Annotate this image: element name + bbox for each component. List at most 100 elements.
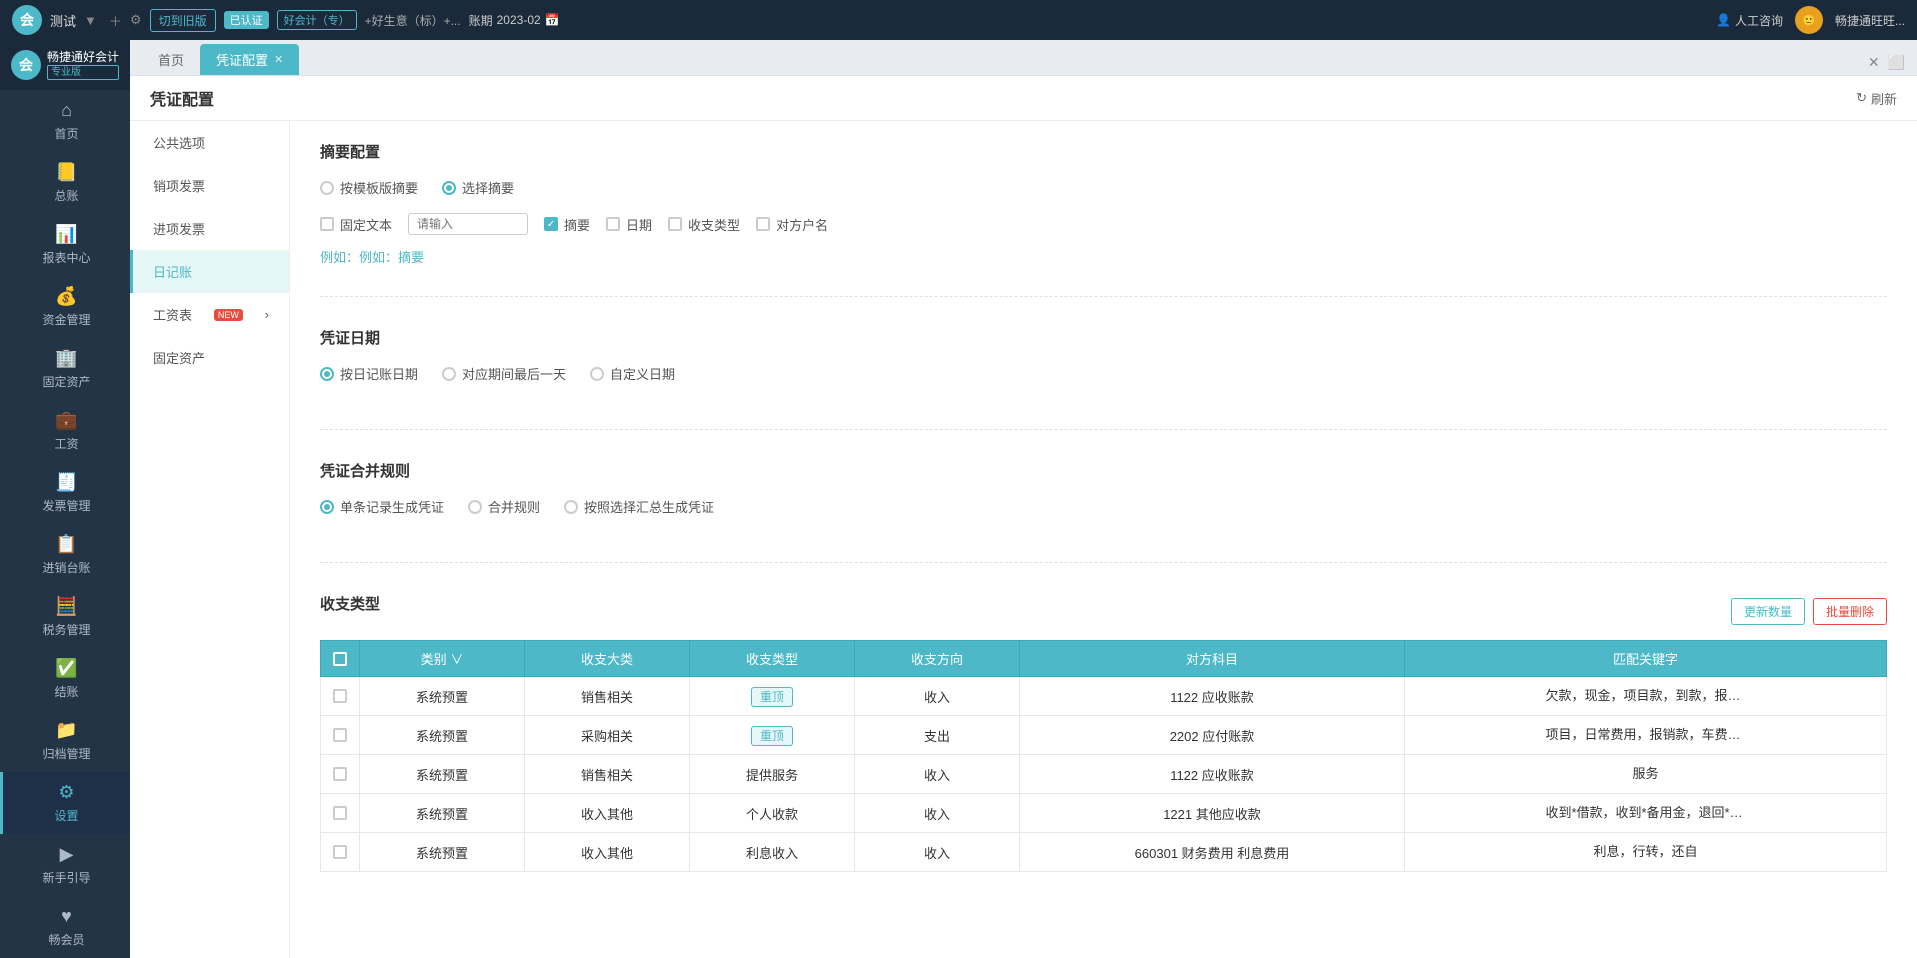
single-circle xyxy=(320,500,334,514)
left-nav-payroll[interactable]: 工资表 NEW › xyxy=(130,293,289,336)
period-label: 账期 xyxy=(469,12,493,29)
tax-icon: 🧮 xyxy=(55,596,77,617)
radio-period-last[interactable]: 对应期间最后一天 xyxy=(442,364,566,383)
radio-single[interactable]: 单条记录生成凭证 xyxy=(320,497,444,516)
sidebar-item-member[interactable]: ♥ 畅会员 xyxy=(0,896,130,958)
row-check-2[interactable] xyxy=(333,767,347,781)
row-checkbox-2[interactable] xyxy=(321,755,360,794)
fixed-text-input[interactable] xyxy=(408,213,528,235)
user-avatar[interactable]: 🙂 xyxy=(1795,6,1823,34)
row-check-0[interactable] xyxy=(333,689,347,703)
sidebar-item-home[interactable]: ⌂ 首页 xyxy=(0,90,130,152)
company-name: 测试 xyxy=(50,11,76,30)
row-category-0: 系统预置 xyxy=(360,677,525,716)
checkbox-fixed-text[interactable]: 固定文本 xyxy=(320,215,392,234)
fixed-text-checkbox xyxy=(320,217,334,231)
radio-custom-date[interactable]: 自定义日期 xyxy=(590,364,675,383)
refresh-button[interactable]: ↻ 刷新 xyxy=(1856,89,1897,108)
radio-template-summary[interactable]: 按模板版摘要 xyxy=(320,178,418,197)
reports-icon: 📊 xyxy=(55,224,77,245)
checkbox-summary[interactable]: ✓ 摘要 xyxy=(544,215,590,234)
sidebar-item-purchase-sales[interactable]: 📋 进销台账 xyxy=(0,524,130,586)
tab-home[interactable]: 首页 xyxy=(142,44,200,75)
sidebar-item-settings[interactable]: ⚙ 设置 xyxy=(0,772,130,834)
checkbox-type[interactable]: 收支类型 xyxy=(668,215,740,234)
left-nav-public[interactable]: 公共选项 xyxy=(130,121,289,164)
summary-checkbox-row: 固定文本 ✓ 摘要 日期 xyxy=(320,213,1887,235)
sidebar-item-salary[interactable]: 💼 工资 xyxy=(0,400,130,462)
settings-icon[interactable]: ⚙ xyxy=(130,12,142,28)
calendar-icon[interactable]: 📅 xyxy=(545,13,560,27)
row-checkbox-4[interactable] xyxy=(321,833,360,872)
custom-date-circle xyxy=(590,367,604,381)
radio-choose-summary[interactable]: 选择摘要 xyxy=(442,178,514,197)
sidebar-item-tax[interactable]: 🧮 税务管理 xyxy=(0,586,130,648)
app-logo-icon: 会 xyxy=(12,5,42,35)
switch-old-version-button[interactable]: 切到旧版 xyxy=(150,9,216,32)
config-layout: 公共选项 销项发票 进项发票 日记账 工资表 NEW › xyxy=(130,121,1917,958)
member-icon: ♥ xyxy=(61,906,72,927)
row-subject-1: 2202 应付账款 xyxy=(1020,716,1405,755)
row-checkbox-0[interactable] xyxy=(321,677,360,716)
counterpart-checkbox xyxy=(756,217,770,231)
row-main-type-4: 收入其他 xyxy=(525,833,690,872)
reset-tag-1[interactable]: 重顶 xyxy=(751,726,793,746)
row-subject-0: 1122 应收账款 xyxy=(1020,677,1405,716)
row-checkbox-3[interactable] xyxy=(321,794,360,833)
sidebar-item-home-label: 首页 xyxy=(54,125,78,142)
select-all-checkbox[interactable] xyxy=(333,652,347,666)
sidebar-item-reports[interactable]: 📊 报表中心 xyxy=(0,214,130,276)
sidebar: 会 畅捷通好会计 专业版 ⌂ 首页 📒 总账 📊 报表中心 💰 资金管理 🏢 固… xyxy=(0,40,130,958)
radio-template-circle xyxy=(320,181,334,195)
dropdown-icon[interactable]: ▼ xyxy=(84,13,97,28)
sidebar-item-newbie[interactable]: ▶ 新手引导 xyxy=(0,834,130,896)
page-content: 凭证配置 ↻ 刷新 公共选项 销项发票 进项发票 xyxy=(130,76,1917,958)
fixed-text-label: 固定文本 xyxy=(340,215,392,234)
sidebar-logo-icon: 会 xyxy=(11,50,41,80)
top-header: 会 测试 ▼ ＋ ⚙ 切到旧版 已认证 好会计（专） +好生意（标）+... 账… xyxy=(0,0,1917,40)
radio-select-total[interactable]: 按照选择汇总生成凭证 xyxy=(564,497,714,516)
row-checkbox-1[interactable] xyxy=(321,716,360,755)
tab-close-icon[interactable]: ✕ xyxy=(274,53,283,66)
sidebar-item-settlement[interactable]: ✅ 结账 xyxy=(0,648,130,710)
close-window-icon[interactable]: ✕ xyxy=(1868,54,1880,71)
customer-service-link[interactable]: 👤 人工咨询 xyxy=(1716,12,1783,29)
table-header-category: 类别 ∨ xyxy=(360,641,525,677)
maximize-window-icon[interactable]: ⬜ xyxy=(1888,54,1905,71)
journal-date-circle xyxy=(320,367,334,381)
left-nav-sales-invoice[interactable]: 销项发票 xyxy=(130,164,289,207)
new-badge: NEW xyxy=(214,309,243,321)
tab-voucher-config[interactable]: 凭证配置 ✕ xyxy=(200,44,299,75)
sidebar-item-ledger[interactable]: 📒 总账 xyxy=(0,152,130,214)
payroll-expand-icon: › xyxy=(265,307,269,322)
table-header-checkbox[interactable] xyxy=(321,641,360,677)
left-nav-purchase-invoice[interactable]: 进项发票 xyxy=(130,207,289,250)
update-btn[interactable]: 更新数量 xyxy=(1731,598,1805,625)
summary-radio-group: 按模板版摘要 选择摘要 xyxy=(320,178,1887,197)
sidebar-item-archive[interactable]: 📁 归档管理 xyxy=(0,710,130,772)
income-expense-table: 类别 ∨ 收支大类 收支类型 收支方向 对方科目 匹配关键字 xyxy=(320,640,1887,872)
add-icon[interactable]: ＋ xyxy=(109,11,122,30)
left-nav-public-label: 公共选项 xyxy=(153,136,205,151)
radio-merge[interactable]: 合并规则 xyxy=(468,497,540,516)
table-row: 系统预置 销售相关 提供服务 收入 1122 应收账款 服务 xyxy=(321,755,1887,794)
period-last-circle xyxy=(442,367,456,381)
sidebar-item-fixed-assets[interactable]: 🏢 固定资产 xyxy=(0,338,130,400)
row-check-3[interactable] xyxy=(333,806,347,820)
sidebar-item-funds[interactable]: 💰 资金管理 xyxy=(0,276,130,338)
sidebar-logo: 会 畅捷通好会计 专业版 xyxy=(0,40,130,90)
row-subject-3: 1221 其他应收款 xyxy=(1020,794,1405,833)
left-nav-journal[interactable]: 日记账 xyxy=(130,250,289,293)
row-check-1[interactable] xyxy=(333,728,347,742)
row-check-4[interactable] xyxy=(333,845,347,859)
batch-delete-btn[interactable]: 批量删除 xyxy=(1813,598,1887,625)
left-nav-fixed-asset[interactable]: 固定资产 xyxy=(130,336,289,379)
row-direction-1: 支出 xyxy=(855,716,1020,755)
reset-tag-0[interactable]: 重顶 xyxy=(751,687,793,707)
checkbox-date[interactable]: 日期 xyxy=(606,215,652,234)
keywords-text-4: 利息，行转，还自 xyxy=(1593,841,1697,860)
checkbox-counterpart[interactable]: 对方户名 xyxy=(756,215,828,234)
sidebar-item-invoice-label: 发票管理 xyxy=(42,497,90,514)
radio-journal-date[interactable]: 按日记账日期 xyxy=(320,364,418,383)
sidebar-item-invoice[interactable]: 🧾 发票管理 xyxy=(0,462,130,524)
